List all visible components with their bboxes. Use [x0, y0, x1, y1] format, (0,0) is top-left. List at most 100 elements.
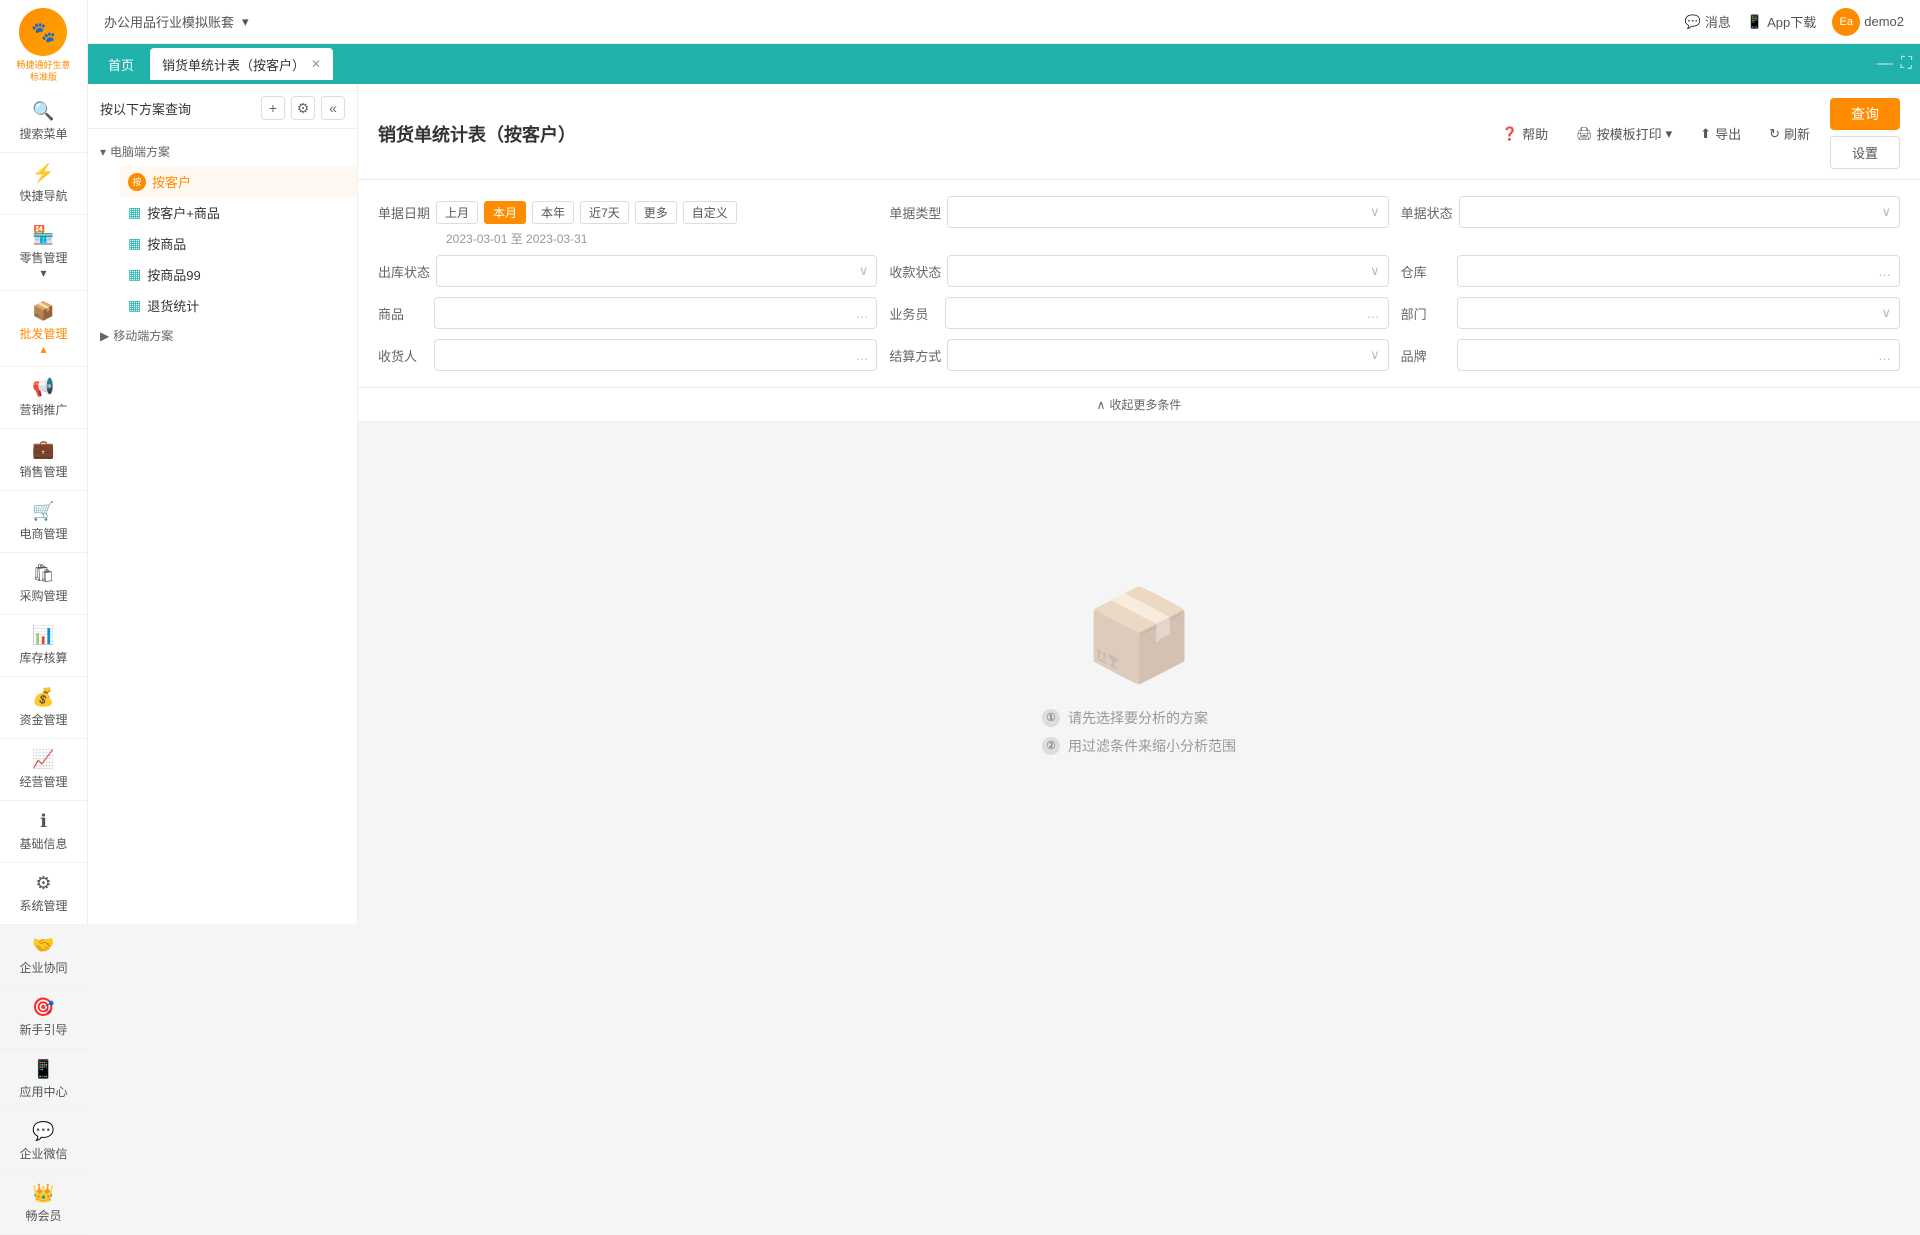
marketing-icon: 📢 [32, 377, 54, 398]
settlement-label: 结算方式 [889, 346, 941, 365]
brand-select[interactable]: … [1457, 339, 1900, 371]
bill-type-label: 单据类型 [889, 203, 941, 222]
brand-name: 畅捷通好生意标准版 [16, 60, 70, 83]
salesperson-filter-cell: 业务员 … [889, 297, 1388, 329]
sidebar-item-ecommerce[interactable]: 🛒 电商管理 [0, 491, 87, 553]
date-more[interactable]: 更多 [635, 201, 677, 224]
warehouse-filter-cell: 仓库 … [1401, 255, 1900, 287]
scheme-by-customer[interactable]: 按 按客户 [120, 166, 357, 197]
settings-scheme-button[interactable]: ⚙ [291, 96, 315, 120]
left-panel-header: 按以下方案查询 + ⚙ « [88, 84, 357, 129]
sidebar-item-enterprise-wechat[interactable]: 💬 企业微信 [0, 1111, 87, 1173]
retail-icon: 🏪 [32, 225, 54, 246]
date-this-month[interactable]: 本月 [484, 201, 526, 224]
sidebar-item-quick-nav[interactable]: ⚡ 快捷导航 [0, 153, 87, 215]
scheme-by-customer-goods[interactable]: ▦ 按客户+商品 [120, 197, 357, 228]
date-custom[interactable]: 自定义 [683, 201, 737, 224]
bill-status-select[interactable]: ∨ [1459, 196, 1900, 228]
sidebar-item-system[interactable]: ⚙ 系统管理 [0, 863, 87, 925]
refresh-button[interactable]: ↻ 刷新 [1761, 120, 1818, 147]
desktop-group-label: ▾ 电脑端方案 [88, 137, 357, 166]
export-icon: ⬆ [1700, 126, 1711, 142]
query-buttons: 查询 设置 [1830, 98, 1900, 169]
sidebar-item-purchase[interactable]: 🛍 采购管理 [0, 553, 87, 615]
out-status-select[interactable]: ∨ [436, 255, 877, 287]
receipt-status-select[interactable]: ∨ [947, 255, 1388, 287]
tree-expand-icon[interactable]: ▾ [100, 145, 106, 159]
sidebar-item-enterprise-collab[interactable]: 🤝 企业协同 [0, 925, 87, 987]
desktop-group-text: 电脑端方案 [110, 143, 170, 160]
salesperson-select[interactable]: … [945, 297, 1388, 329]
bill-type-select[interactable]: ∨ [947, 196, 1388, 228]
user-menu[interactable]: Ea demo2 [1832, 8, 1904, 36]
app-download-button[interactable]: 📱 App下载 [1747, 12, 1816, 31]
settlement-select[interactable]: ∨ [947, 339, 1388, 371]
tab-sales-stats-label: 销货单统计表（按客户） [162, 55, 305, 74]
dept-filter-cell: 部门 ∨ [1401, 297, 1900, 329]
date-last-7days[interactable]: 近7天 [580, 201, 629, 224]
settings-button[interactable]: 设置 [1830, 136, 1900, 169]
sidebar-item-finance[interactable]: 💰 资金管理 [0, 677, 87, 739]
left-panel: 按以下方案查询 + ⚙ « ▾ 电脑端方案 [88, 84, 358, 924]
mobile-group-text: 移动端方案 [113, 327, 173, 344]
brand-dots-icon: … [1878, 348, 1891, 363]
tip-2-text: 用过滤条件来缩小分析范围 [1068, 736, 1236, 756]
print-dropdown-icon: ▾ [1666, 126, 1673, 142]
finance-icon: 💰 [32, 687, 54, 708]
tab-sales-stats[interactable]: 销货单统计表（按客户） ✕ [150, 48, 333, 80]
sidebar-item-basic-info[interactable]: ℹ 基础信息 [0, 801, 87, 863]
message-button[interactable]: 💬 消息 [1685, 12, 1731, 31]
tab-minimize-icon[interactable]: — [1877, 55, 1893, 73]
sidebar-item-enterprise-wechat-label: 企业微信 [19, 1145, 67, 1162]
date-this-year[interactable]: 本年 [532, 201, 574, 224]
export-label: 导出 [1715, 124, 1741, 143]
date-last-month[interactable]: 上月 [436, 201, 478, 224]
tab-close-icon[interactable]: ✕ [311, 57, 321, 71]
sidebar-item-app-center[interactable]: 📱 应用中心 [0, 1049, 87, 1111]
scheme-return-stats-label: 退货统计 [147, 296, 199, 315]
consignee-select[interactable]: … [434, 339, 877, 371]
sidebar-item-member-label: 畅会员 [25, 1207, 61, 1224]
tab-maximize-icon[interactable]: ⛶ [1901, 55, 1912, 73]
scheme-by-goods-99[interactable]: ▦ 按商品99 [120, 259, 357, 290]
warehouse-select[interactable]: … [1457, 255, 1900, 287]
warehouse-dots-icon: … [1878, 264, 1891, 279]
scheme-by-goods[interactable]: ▦ 按商品 [120, 228, 357, 259]
scheme-grid-icon: ▦ [128, 204, 141, 221]
sidebar-item-retail[interactable]: 🏪 零售管理 ▾ [0, 215, 87, 291]
tip-num-2: ② [1042, 737, 1060, 755]
sidebar-item-sales[interactable]: 💼 销售管理 [0, 429, 87, 491]
workspace-dropdown-icon[interactable]: ▾ [242, 14, 249, 30]
content-area: 按以下方案查询 + ⚙ « ▾ 电脑端方案 [88, 84, 1920, 924]
sidebar-item-marketing[interactable]: 📢 营销推广 [0, 367, 87, 429]
add-scheme-button[interactable]: + [261, 96, 285, 120]
receipt-status-filter-cell: 收款状态 ∨ [889, 255, 1388, 287]
collapse-bar[interactable]: ∧ 收起更多条件 [358, 388, 1920, 422]
dept-select[interactable]: ∨ [1457, 297, 1900, 329]
sidebar: 🐾 畅捷通好生意标准版 🔍 搜索菜单 ⚡ 快捷导航 🏪 零售管理 ▾ 📦 批发管… [0, 0, 88, 924]
consignee-label: 收货人 [378, 346, 428, 365]
tab-home[interactable]: 首页 [96, 48, 146, 80]
salesperson-dots-icon: … [1367, 306, 1380, 321]
settlement-filter-cell: 结算方式 ∨ [889, 339, 1388, 371]
sidebar-item-search-menu[interactable]: 🔍 搜索菜单 [0, 91, 87, 153]
sidebar-item-wholesale[interactable]: 📦 批发管理 ▴ [0, 291, 87, 367]
collapse-panel-button[interactable]: « [321, 96, 345, 120]
goods-select[interactable]: … [434, 297, 877, 329]
query-button[interactable]: 查询 [1830, 98, 1900, 130]
sidebar-item-member[interactable]: 👑 畅会员 [0, 1173, 87, 1235]
sidebar-item-operations[interactable]: 📈 经营管理 [0, 739, 87, 801]
sidebar-item-newbie-guide[interactable]: 🎯 新手引导 [0, 987, 87, 1049]
left-panel-actions: + ⚙ « [261, 96, 345, 120]
export-button[interactable]: ⬆ 导出 [1692, 120, 1749, 147]
scheme-by-goods-99-label: 按商品99 [147, 265, 200, 284]
print-button[interactable]: 🖨 按模板打印 ▾ [1568, 120, 1680, 147]
settlement-dropdown-icon: ∨ [1370, 347, 1380, 363]
mobile-tree-expand-icon[interactable]: ▶ [100, 329, 109, 343]
sidebar-item-inventory[interactable]: 📊 库存核算 [0, 615, 87, 677]
scheme-return-stats[interactable]: ▦ 退货统计 [120, 290, 357, 321]
empty-state-illustration: 📦 [1083, 583, 1195, 688]
logo[interactable]: 🐾 畅捷通好生意标准版 [11, 0, 75, 91]
scheme-bar-icon: ▦ [128, 297, 141, 314]
help-button[interactable]: ❓ 帮助 [1494, 120, 1556, 147]
